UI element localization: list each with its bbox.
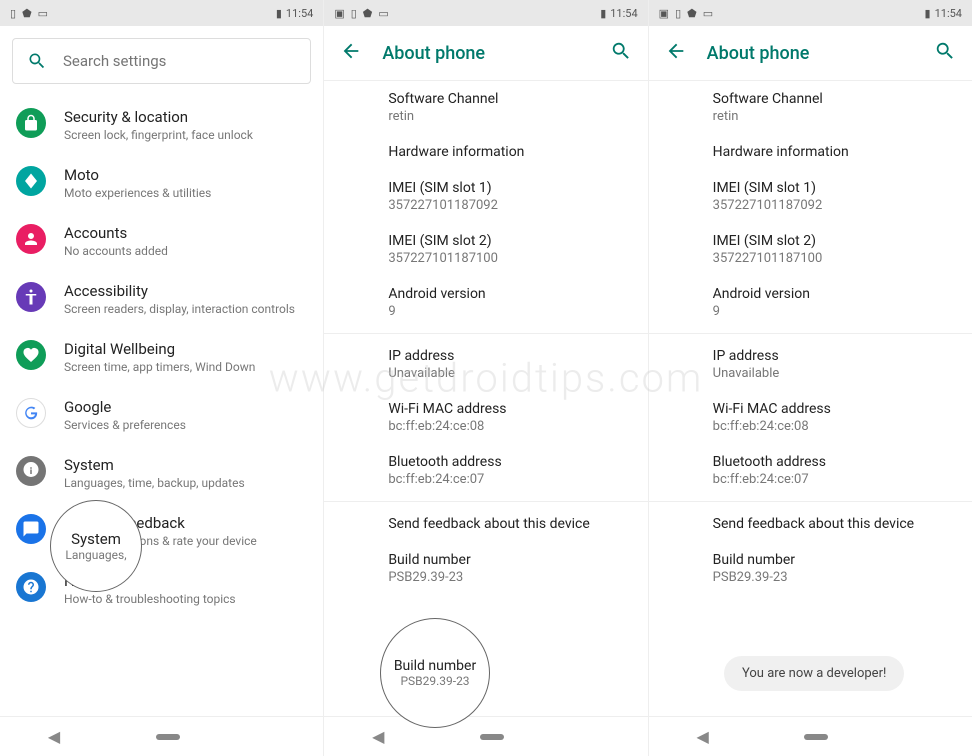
sidebar-item-moto[interactable]: MotoMoto experiences & utilities [0, 154, 323, 212]
picture-icon: ▣ [334, 7, 344, 20]
info-build[interactable]: Build numberPSB29.39-23 [324, 542, 647, 595]
clock-text: 11:54 [935, 7, 962, 20]
card-icon: ▯ [351, 7, 357, 20]
info-bt[interactable]: Bluetooth addressbc:ff:eb:24:ce:07 [649, 444, 972, 497]
nav-back-icon[interactable]: ◀ [696, 727, 708, 746]
info-icon [16, 456, 46, 486]
message-icon: ▭ [703, 7, 713, 20]
info-imei2[interactable]: IMEI (SIM slot 2)357227101187100 [324, 223, 647, 276]
status-bar: ▣ ▯ ⬟ ▭ ▮ 11:54 [649, 0, 972, 26]
about-header: About phone [649, 26, 972, 81]
nav-back-icon[interactable]: ◀ [48, 727, 60, 746]
settings-panel: ▯ ⬟ ▭ ▮ 11:54 Security & locationScreen … [0, 0, 324, 756]
shield-icon: ⬟ [22, 7, 32, 20]
search-input[interactable] [63, 52, 296, 70]
message-icon: ▭ [38, 7, 48, 20]
divider [324, 333, 647, 334]
divider [324, 501, 647, 502]
sidebar-item-accounts[interactable]: AccountsNo accounts added [0, 212, 323, 270]
clock-text: 11:54 [610, 7, 637, 20]
info-feedback[interactable]: Send feedback about this device [324, 506, 647, 542]
back-icon[interactable] [665, 40, 687, 66]
info-bt[interactable]: Bluetooth addressbc:ff:eb:24:ce:07 [324, 444, 647, 497]
nav-bar: ◀ [324, 716, 647, 756]
search-icon[interactable] [934, 40, 956, 66]
status-bar: ▯ ⬟ ▭ ▮ 11:54 [0, 0, 323, 26]
shield-icon: ⬟ [363, 7, 373, 20]
nav-bar: ◀ [649, 716, 972, 756]
info-android-version[interactable]: Android version9 [324, 276, 647, 329]
nav-bar: ◀ [0, 716, 323, 756]
battery-icon: ▮ [925, 7, 931, 20]
google-icon [16, 398, 46, 428]
card-icon: ▯ [10, 7, 16, 20]
nav-home-icon[interactable] [480, 734, 504, 740]
account-icon [16, 224, 46, 254]
wellbeing-icon [16, 340, 46, 370]
about-panel-2: ▣ ▯ ⬟ ▭ ▮ 11:54 About phone Software Channel… [649, 0, 972, 756]
nav-home-icon[interactable] [804, 734, 828, 740]
sidebar-item-help[interactable]: HelpHow-to & troubleshooting topics [0, 560, 323, 618]
divider [649, 501, 972, 502]
battery-icon: ▮ [600, 7, 606, 20]
info-imei1[interactable]: IMEI (SIM slot 1)357227101187092 [324, 170, 647, 223]
nav-home-icon[interactable] [156, 734, 180, 740]
page-title: About phone [382, 43, 609, 64]
search-icon[interactable] [610, 40, 632, 66]
message-icon: ▭ [378, 7, 388, 20]
info-build[interactable]: Build numberPSB29.39-23 [649, 542, 972, 595]
picture-icon: ▣ [659, 7, 669, 20]
info-imei2[interactable]: IMEI (SIM slot 2)357227101187100 [649, 223, 972, 276]
developer-toast: You are now a developer! [724, 656, 904, 691]
shield-icon: ⬟ [687, 7, 697, 20]
sidebar-item-accessibility[interactable]: AccessibilityScreen readers, display, in… [0, 270, 323, 328]
info-imei1[interactable]: IMEI (SIM slot 1)357227101187092 [649, 170, 972, 223]
info-ip[interactable]: IP addressUnavailable [324, 338, 647, 391]
status-bar: ▣ ▯ ⬟ ▭ ▮ 11:54 [324, 0, 647, 26]
divider [649, 333, 972, 334]
help-icon [16, 572, 46, 602]
feedback-icon [16, 514, 46, 544]
info-software-channel[interactable]: Software Channelretin [324, 81, 647, 134]
info-wifi-mac[interactable]: Wi-Fi MAC addressbc:ff:eb:24:ce:08 [324, 391, 647, 444]
about-list: Software Channelretin Hardware informati… [649, 81, 972, 716]
battery-icon: ▮ [276, 7, 282, 20]
about-panel-1: ▣ ▯ ⬟ ▭ ▮ 11:54 About phone Software Channel… [324, 0, 648, 756]
back-icon[interactable] [340, 40, 362, 66]
search-box[interactable] [12, 38, 311, 84]
info-wifi-mac[interactable]: Wi-Fi MAC addressbc:ff:eb:24:ce:08 [649, 391, 972, 444]
clock-text: 11:54 [286, 7, 313, 20]
page-title: About phone [707, 43, 934, 64]
accessibility-icon [16, 282, 46, 312]
sidebar-item-google[interactable]: GoogleServices & preferences [0, 386, 323, 444]
card-icon: ▯ [675, 7, 681, 20]
info-hardware[interactable]: Hardware information [649, 134, 972, 170]
search-icon [27, 51, 47, 71]
info-ip[interactable]: IP addressUnavailable [649, 338, 972, 391]
about-header: About phone [324, 26, 647, 81]
sidebar-item-rating[interactable]: Rating & feedbackSend suggestions & rate… [0, 502, 323, 560]
info-hardware[interactable]: Hardware information [324, 134, 647, 170]
info-feedback[interactable]: Send feedback about this device [649, 506, 972, 542]
about-list: Software Channelretin Hardware informati… [324, 81, 647, 716]
sidebar-item-wellbeing[interactable]: Digital WellbeingScreen time, app timers… [0, 328, 323, 386]
moto-icon [16, 166, 46, 196]
sidebar-item-security[interactable]: Security & locationScreen lock, fingerpr… [0, 96, 323, 154]
nav-back-icon[interactable]: ◀ [372, 727, 384, 746]
sidebar-item-system[interactable]: SystemLanguages, time, backup, updates [0, 444, 323, 502]
info-software-channel[interactable]: Software Channelretin [649, 81, 972, 134]
info-android-version[interactable]: Android version9 [649, 276, 972, 329]
settings-list: Security & locationScreen lock, fingerpr… [0, 96, 323, 716]
lock-icon [16, 108, 46, 138]
